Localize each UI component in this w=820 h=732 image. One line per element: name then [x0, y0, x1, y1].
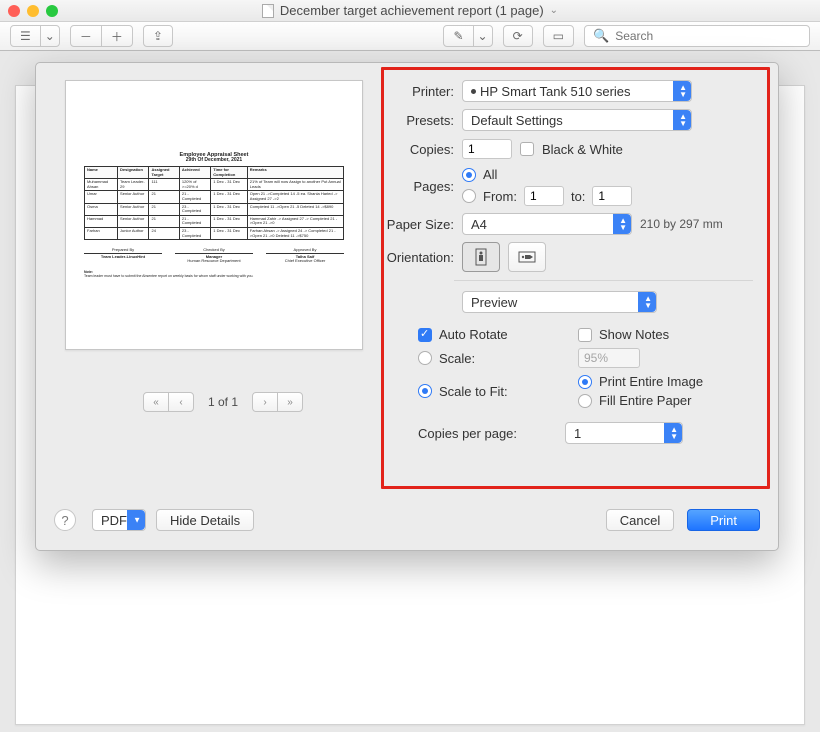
- scale-input: [578, 348, 640, 368]
- print-button[interactable]: Print: [687, 509, 760, 531]
- workspace: Employee Appraisal Sheet 29th Of Decembe…: [0, 51, 820, 732]
- pages-from-label: From:: [483, 189, 517, 204]
- presets-label: Presets:: [384, 113, 462, 128]
- next-page-button[interactable]: ›: [252, 392, 278, 412]
- orientation-portrait-button[interactable]: [462, 242, 500, 272]
- orientation-label: Orientation:: [384, 250, 462, 265]
- print-options-panel: Printer: HP Smart Tank 510 series ▲▼ Pre…: [381, 67, 770, 489]
- markup-button[interactable]: ✎: [443, 25, 473, 47]
- close-window-icon[interactable]: [8, 5, 20, 17]
- section-select[interactable]: Preview ▲▼: [462, 291, 657, 313]
- scale-fit-radio[interactable]: [418, 384, 432, 398]
- orientation-landscape-button[interactable]: [508, 242, 546, 272]
- pages-to-label: to:: [571, 189, 585, 204]
- doc-table: Name Designation Assigned Target Achieve…: [84, 166, 344, 240]
- cpp-label: Copies per page:: [418, 426, 517, 441]
- search-input[interactable]: [615, 29, 801, 43]
- preview-pane: Employee Appraisal Sheet 29th Of Decembe…: [36, 63, 381, 489]
- minimize-window-icon[interactable]: [27, 5, 39, 17]
- zoom-window-icon[interactable]: [46, 5, 58, 17]
- document-icon: [262, 4, 274, 18]
- pages-from-radio[interactable]: [462, 189, 476, 203]
- papersize-value: A4: [471, 217, 487, 232]
- preview-document: Employee Appraisal Sheet 29th Of Decembe…: [84, 152, 344, 278]
- scale-fit-label: Scale to Fit:: [439, 384, 508, 399]
- copies-label: Copies:: [384, 142, 462, 157]
- zoom-in-button[interactable]: ＋: [101, 25, 133, 47]
- dialog-footer: ? PDF ▼ Hide Details Cancel Print: [36, 494, 778, 550]
- bw-checkbox[interactable]: [520, 142, 534, 156]
- preview-page: Employee Appraisal Sheet 29th Of Decembe…: [65, 80, 363, 350]
- print-entire-radio[interactable]: [578, 375, 592, 389]
- window-title: December target achievement report (1 pa…: [280, 3, 544, 18]
- help-button[interactable]: ?: [54, 509, 76, 531]
- title-chevron-icon[interactable]: ⌄: [550, 5, 558, 16]
- titlebar: December target achievement report (1 pa…: [0, 0, 820, 22]
- printer-select[interactable]: HP Smart Tank 510 series ▲▼: [462, 80, 692, 102]
- print-dialog: Employee Appraisal Sheet 29th Of Decembe…: [35, 62, 779, 551]
- pages-to-input[interactable]: [592, 186, 632, 206]
- pages-from-input[interactable]: [524, 186, 564, 206]
- scale-radio[interactable]: [418, 351, 432, 365]
- pages-all-label: All: [483, 167, 497, 182]
- auto-rotate-label: Auto Rotate: [439, 327, 508, 342]
- first-page-button[interactable]: «: [143, 392, 169, 412]
- toolbar: ☰ ⌄ － ＋ ⇪ ✎ ⌄ ⟳ ▭ 🔍: [0, 22, 820, 51]
- person-landscape-icon: [518, 251, 536, 263]
- show-notes-checkbox[interactable]: [578, 328, 592, 342]
- sidebar-menu-button[interactable]: ⌄: [40, 25, 60, 47]
- auto-rotate-checkbox[interactable]: [418, 328, 432, 342]
- window-controls: [8, 5, 58, 17]
- paper-dimensions: 210 by 297 mm: [640, 217, 723, 231]
- pdf-label: PDF: [101, 513, 127, 528]
- papersize-select[interactable]: A4 ▲▼: [462, 213, 632, 235]
- search-field[interactable]: 🔍: [584, 25, 810, 47]
- prev-page-button[interactable]: ‹: [168, 392, 194, 412]
- print-entire-label: Print Entire Image: [599, 374, 703, 389]
- cpp-select[interactable]: 1 ▲▼: [565, 422, 683, 444]
- last-page-button[interactable]: »: [277, 392, 303, 412]
- section-value: Preview: [471, 295, 517, 310]
- copies-input[interactable]: [462, 139, 512, 159]
- pages-all-radio[interactable]: [462, 168, 476, 182]
- markup-menu-button[interactable]: ⌄: [473, 25, 493, 47]
- bw-label: Black & White: [542, 142, 623, 157]
- rotate-button[interactable]: ⟳: [503, 25, 533, 47]
- share-button[interactable]: ⇪: [143, 25, 173, 47]
- cancel-button[interactable]: Cancel: [606, 509, 674, 531]
- pdf-menu[interactable]: PDF ▼: [92, 509, 146, 531]
- person-portrait-icon: [475, 248, 487, 266]
- papersize-label: Paper Size:: [384, 217, 462, 232]
- search-icon: 🔍: [593, 28, 609, 44]
- page-counter: 1 of 1: [208, 395, 238, 409]
- crop-button[interactable]: ▭: [543, 25, 574, 47]
- scale-label: Scale:: [439, 351, 475, 366]
- cpp-value: 1: [574, 426, 581, 441]
- printer-label: Printer:: [384, 84, 462, 99]
- hide-details-button[interactable]: Hide Details: [156, 509, 254, 531]
- printer-status-icon: [471, 89, 476, 94]
- printer-value: HP Smart Tank 510 series: [480, 84, 631, 99]
- show-notes-label: Show Notes: [599, 327, 669, 342]
- doc-subheading: 29th Of December, 2021: [84, 158, 344, 164]
- sidebar-toggle-button[interactable]: ☰: [10, 25, 41, 47]
- zoom-out-button[interactable]: －: [70, 25, 102, 47]
- fill-entire-radio[interactable]: [578, 394, 592, 408]
- presets-value: Default Settings: [471, 113, 563, 128]
- pages-label: Pages:: [384, 179, 462, 194]
- fill-entire-label: Fill Entire Paper: [599, 393, 691, 408]
- presets-select[interactable]: Default Settings ▲▼: [462, 109, 692, 131]
